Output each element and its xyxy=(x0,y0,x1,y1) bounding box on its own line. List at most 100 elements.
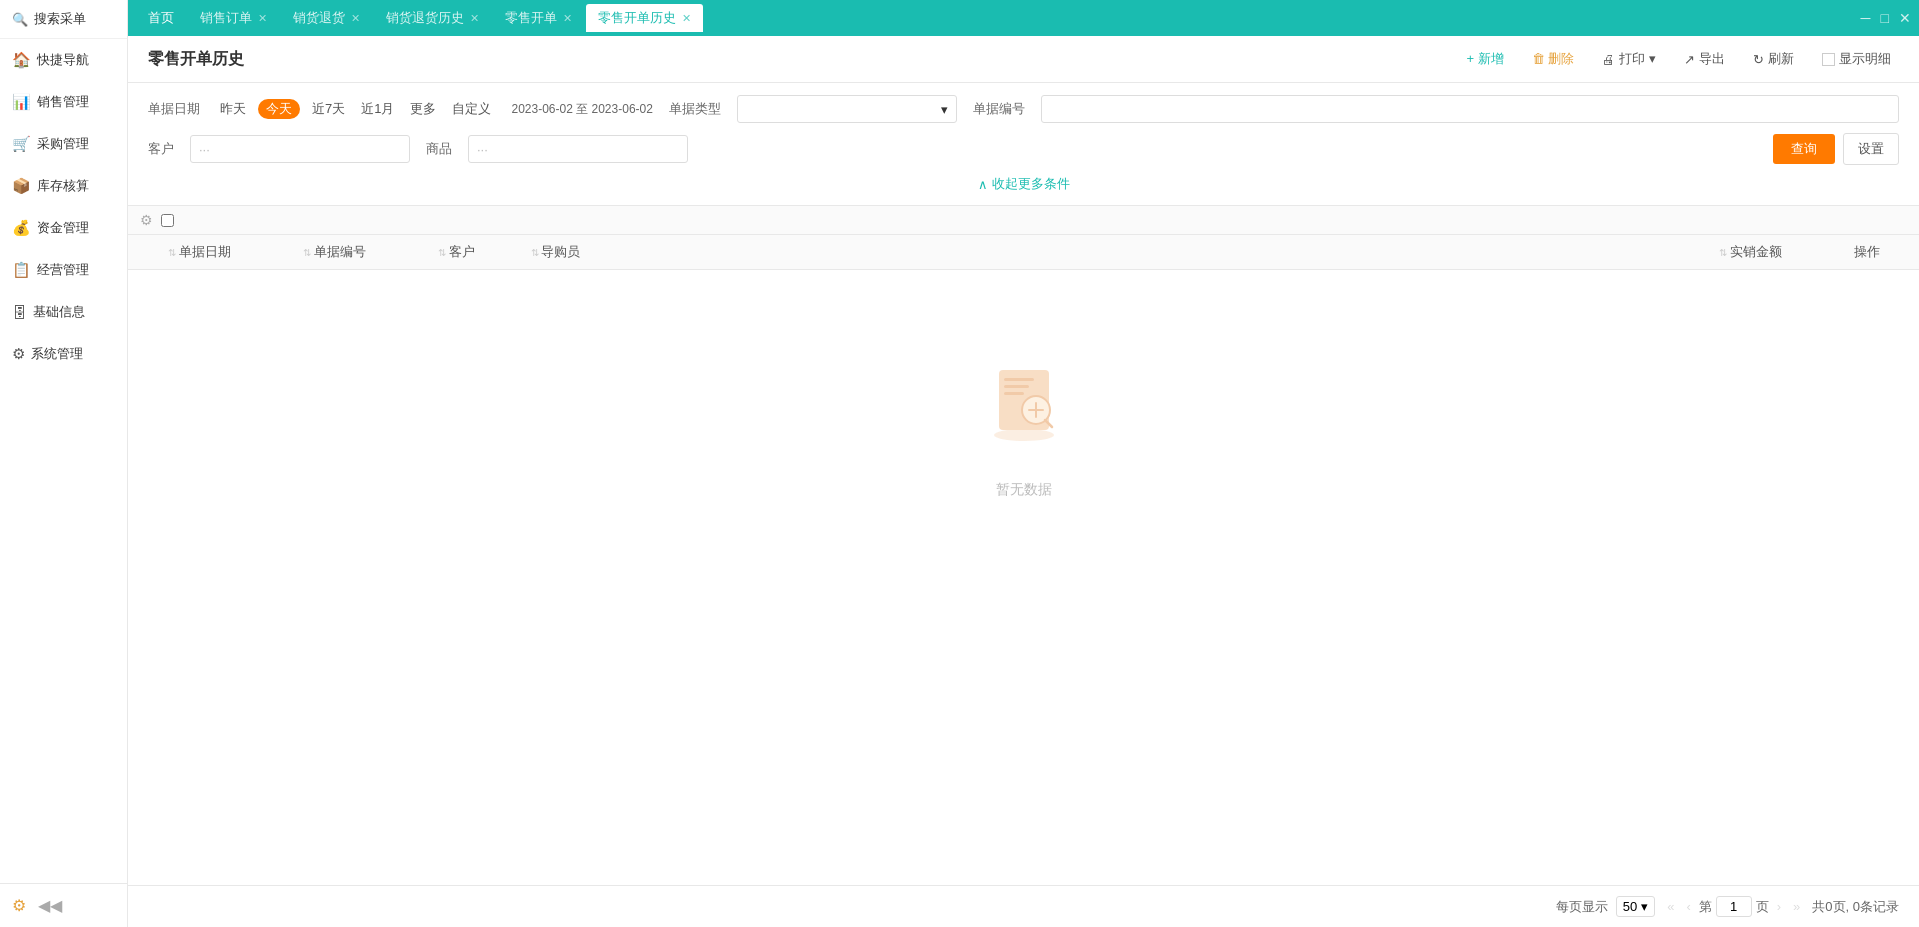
table-area: ⚙ ⇅ 单据日期 ⇅ 单据编号 xyxy=(128,206,1919,885)
date-opt-1month[interactable]: 近1月 xyxy=(357,99,398,119)
per-page-select[interactable]: 50 ▾ xyxy=(1616,896,1655,917)
tab-sales-return[interactable]: 销货退货 ✕ xyxy=(281,4,372,32)
date-opt-yesterday[interactable]: 昨天 xyxy=(216,99,250,119)
tab-retail-open[interactable]: 零售开单 ✕ xyxy=(493,4,584,32)
system-icon: ⚙ xyxy=(12,345,25,363)
collapse-sidebar-icon[interactable]: ◀◀ xyxy=(38,896,62,915)
tab-sales-order[interactable]: 销售订单 ✕ xyxy=(188,4,279,32)
sidebar-item-quick-nav[interactable]: 🏠 快捷导航 xyxy=(0,39,127,81)
th-date-sort-icon: ⇅ xyxy=(168,247,179,258)
tab-bar: 首页 销售订单 ✕ 销货退货 ✕ 销货退货历史 ✕ 零售开单 ✕ 零售开单历史 … xyxy=(128,0,1919,36)
th-doc-num[interactable]: ⇅ 单据编号 xyxy=(293,235,428,270)
settings-gear-icon[interactable]: ⚙ xyxy=(12,896,26,915)
page-number-input[interactable] xyxy=(1716,896,1752,917)
sidebar-item-basic-info[interactable]: 🗄 基础信息 xyxy=(0,291,127,333)
customer-label: 客户 xyxy=(148,140,174,158)
sidebar-item-label: 基础信息 xyxy=(33,303,85,321)
sidebar-item-business[interactable]: 📋 经营管理 xyxy=(0,249,127,291)
add-button[interactable]: + 新增 xyxy=(1459,46,1512,72)
sidebar-item-sales-mgmt[interactable]: 📊 销售管理 xyxy=(0,81,127,123)
display-label: 显示明细 xyxy=(1839,50,1891,68)
page-total-label: 共0页, 0条记录 xyxy=(1812,898,1899,916)
tab-sales-order-close[interactable]: ✕ xyxy=(258,12,267,25)
inventory-icon: 📦 xyxy=(12,177,31,195)
sidebar-search[interactable]: 🔍 搜索采单 xyxy=(0,0,127,39)
sidebar-item-label: 经营管理 xyxy=(37,261,89,279)
svg-rect-2 xyxy=(1004,378,1034,381)
page-title: 零售开单历史 xyxy=(148,49,244,70)
prev-page-button[interactable]: ‹ xyxy=(1682,897,1694,916)
display-checkbox[interactable] xyxy=(1822,53,1835,66)
tab-retail-open-label: 零售开单 xyxy=(505,9,557,27)
home-icon: 🏠 xyxy=(12,51,31,69)
per-page-value: 50 xyxy=(1623,899,1637,914)
window-maximize-icon[interactable]: □ xyxy=(1881,10,1889,26)
finance-icon: 💰 xyxy=(12,219,31,237)
delete-button[interactable]: 🗑 删除 xyxy=(1524,46,1583,72)
th-salesperson-sort-icon: ⇅ xyxy=(531,247,542,258)
sidebar-item-inventory[interactable]: 📦 库存核算 xyxy=(0,165,127,207)
content-area: 零售开单历史 + 新增 🗑 删除 🖨 🖨 打印 打印 ▾ ↗ 导出 ↻ 刷新 xyxy=(128,36,1919,927)
first-page-button[interactable]: « xyxy=(1663,897,1678,916)
date-range-display: 2023-06-02 至 2023-06-02 xyxy=(511,101,652,118)
sidebar-search-label: 搜索采单 xyxy=(34,10,86,28)
sidebar-item-label: 库存核算 xyxy=(37,177,89,195)
th-amount[interactable]: ⇅ 实销金额 xyxy=(1709,235,1844,270)
filter-row-2: 客户 ··· 商品 ··· 查询 设置 xyxy=(148,133,1899,165)
display-detail-button[interactable]: 显示明细 xyxy=(1814,46,1899,72)
table-toolbar: ⚙ xyxy=(128,206,1919,235)
date-opt-7days[interactable]: 近7天 xyxy=(308,99,349,119)
page-suffix-label: 页 xyxy=(1756,898,1769,916)
th-salesperson[interactable]: ⇅ 导购员 xyxy=(521,235,635,270)
purchase-icon: 🛒 xyxy=(12,135,31,153)
tab-sales-return-history[interactable]: 销货退货历史 ✕ xyxy=(374,4,491,32)
date-opt-more[interactable]: 更多 xyxy=(406,99,440,119)
query-button[interactable]: 查询 xyxy=(1773,134,1835,164)
th-date[interactable]: ⇅ 单据日期 xyxy=(158,235,293,270)
customer-input[interactable]: ··· xyxy=(190,135,410,163)
next-page-button[interactable]: › xyxy=(1773,897,1785,916)
export-button[interactable]: ↗ 导出 xyxy=(1676,46,1733,72)
tab-retail-open-history[interactable]: 零售开单历史 ✕ xyxy=(586,4,703,32)
sidebar-item-system[interactable]: ⚙ 系统管理 xyxy=(0,333,127,375)
window-close-icon[interactable]: ✕ xyxy=(1899,10,1911,26)
sidebar-item-purchase-mgmt[interactable]: 🛒 采购管理 xyxy=(0,123,127,165)
sidebar: 🔍 搜索采单 🏠 快捷导航 📊 销售管理 🛒 采购管理 📦 库存核算 💰 资金管… xyxy=(0,0,128,927)
tab-sales-return-history-label: 销货退货历史 xyxy=(386,9,464,27)
product-input[interactable]: ··· xyxy=(468,135,688,163)
collapse-filter-btn[interactable]: ∧ 收起更多条件 xyxy=(148,175,1899,193)
tab-home-label: 首页 xyxy=(148,9,174,27)
main-area: 首页 销售订单 ✕ 销货退货 ✕ 销货退货历史 ✕ 零售开单 ✕ 零售开单历史 … xyxy=(128,0,1919,927)
last-page-button[interactable]: » xyxy=(1789,897,1804,916)
refresh-button[interactable]: ↻ 刷新 xyxy=(1745,46,1802,72)
tab-sales-return-history-close[interactable]: ✕ xyxy=(470,12,479,25)
date-opt-today[interactable]: 今天 xyxy=(258,99,300,119)
print-button[interactable]: 🖨 🖨 打印 打印 ▾ xyxy=(1594,46,1664,72)
th-doc-num-sort-icon: ⇅ xyxy=(303,247,314,258)
empty-text: 暂无数据 xyxy=(996,481,1052,499)
doc-type-label: 单据类型 xyxy=(669,100,721,118)
tab-sales-return-close[interactable]: ✕ xyxy=(351,12,360,25)
svg-rect-3 xyxy=(1004,385,1029,388)
doc-num-input[interactable] xyxy=(1041,95,1899,123)
tab-retail-open-close[interactable]: ✕ xyxy=(563,12,572,25)
basic-info-icon: 🗄 xyxy=(12,304,27,321)
filter-area: 单据日期 昨天 今天 近7天 近1月 更多 自定义 2023-06-02 至 2… xyxy=(128,83,1919,206)
doc-type-select[interactable]: ▾ xyxy=(737,95,957,123)
page-header: 零售开单历史 + 新增 🗑 删除 🖨 🖨 打印 打印 ▾ ↗ 导出 ↻ 刷新 xyxy=(128,36,1919,83)
export-icon: ↗ xyxy=(1684,52,1695,67)
settings-button[interactable]: 设置 xyxy=(1843,133,1899,165)
th-customer-sort-icon: ⇅ xyxy=(438,247,449,258)
sales-icon: 📊 xyxy=(12,93,31,111)
th-customer[interactable]: ⇅ 客户 xyxy=(428,235,521,270)
refresh-label: 刷新 xyxy=(1768,50,1794,68)
table-settings-icon[interactable]: ⚙ xyxy=(140,212,153,228)
date-opt-custom[interactable]: 自定义 xyxy=(448,99,495,119)
window-minimize-icon[interactable]: ─ xyxy=(1861,10,1871,26)
tab-home[interactable]: 首页 xyxy=(136,4,186,32)
sidebar-item-finance[interactable]: 💰 资金管理 xyxy=(0,207,127,249)
data-table: ⇅ 单据日期 ⇅ 单据编号 ⇅ 客户 ⇅ xyxy=(128,235,1919,270)
select-all-checkbox[interactable] xyxy=(161,214,174,227)
tab-retail-open-history-close[interactable]: ✕ xyxy=(682,12,691,25)
print-icon: 🖨 xyxy=(1602,52,1615,67)
